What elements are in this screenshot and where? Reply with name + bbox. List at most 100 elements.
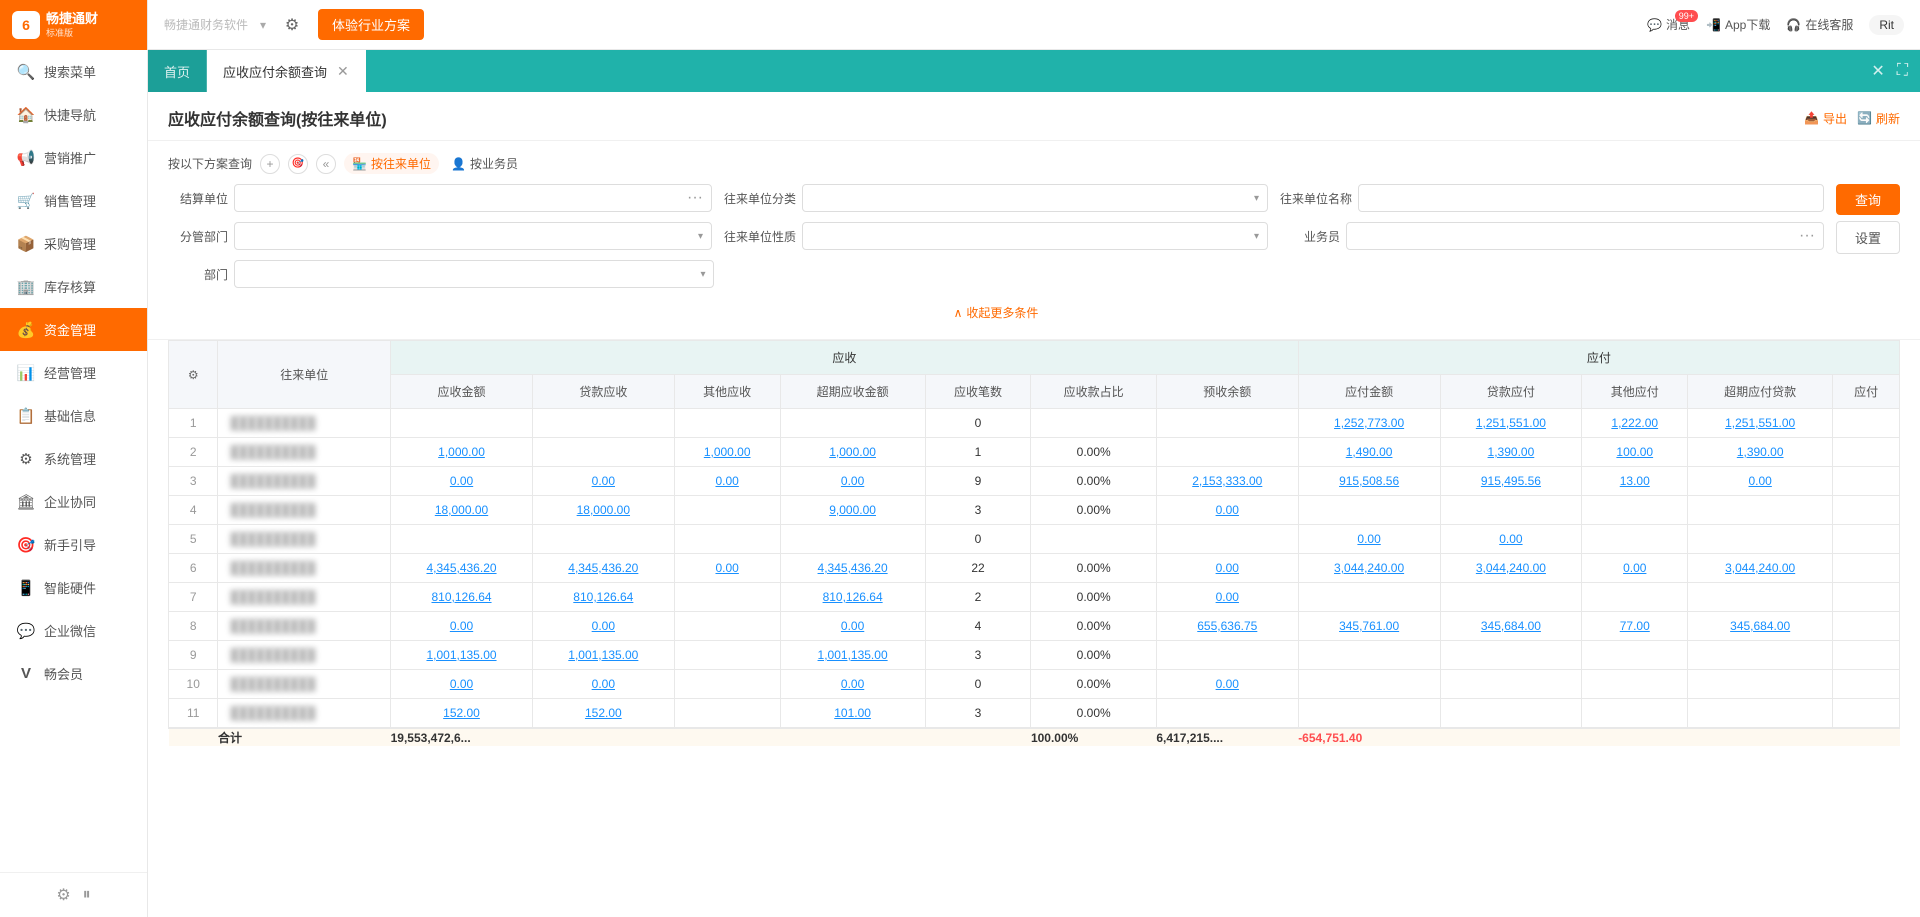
ys_overdue-cell[interactable]: 810,126.64 bbox=[780, 583, 925, 612]
ys_amount-cell[interactable]: 18,000.00 bbox=[391, 496, 533, 525]
online-service-link[interactable]: 🎧 在线客服 bbox=[1786, 16, 1853, 33]
ys_count-cell[interactable]: 22 bbox=[925, 554, 1031, 583]
yf_other-cell[interactable]: 13.00 bbox=[1582, 467, 1688, 496]
user-avatar[interactable]: Rit bbox=[1869, 15, 1904, 35]
ys_daikuan-cell[interactable]: 4,345,436.20 bbox=[532, 554, 674, 583]
refresh-button[interactable]: 🔄 刷新 bbox=[1857, 110, 1900, 127]
sidebar-item-sales[interactable]: 🛒 销售管理 bbox=[0, 179, 147, 222]
trial-button[interactable]: 体验行业方案 bbox=[318, 9, 424, 40]
ys_prepay-cell[interactable]: 0.00 bbox=[1156, 583, 1298, 612]
ys_ratio-cell[interactable]: 0.00% bbox=[1031, 438, 1156, 467]
ys_prepay-cell[interactable]: 2,153,333.00 bbox=[1156, 467, 1298, 496]
tab-arbalance[interactable]: 应收应付余额查询 ✕ bbox=[207, 50, 366, 92]
filter-collapse-more[interactable]: ∧ 收起更多条件 bbox=[168, 298, 1824, 327]
wanglai-name-input[interactable] bbox=[1358, 184, 1824, 212]
ys_ratio-cell[interactable]: 0.00% bbox=[1031, 467, 1156, 496]
ys_prepay-cell[interactable]: 655,636.75 bbox=[1156, 612, 1298, 641]
sidebar-item-marketing[interactable]: 📢 营销推广 bbox=[0, 136, 147, 179]
yf_overdue-cell[interactable]: 1,390.00 bbox=[1688, 438, 1833, 467]
ys_daikuan-cell[interactable]: 810,126.64 bbox=[532, 583, 674, 612]
tab-close-icon[interactable]: ✕ bbox=[337, 63, 349, 80]
sidebar-item-member[interactable]: V 畅会员 bbox=[0, 652, 147, 695]
yf_overdue-cell[interactable]: 345,684.00 bbox=[1688, 612, 1833, 641]
ys_amount-cell[interactable]: 1,000.00 bbox=[391, 438, 533, 467]
query-button[interactable]: 查询 bbox=[1836, 184, 1900, 215]
ys_overdue-cell[interactable]: 101.00 bbox=[780, 699, 925, 729]
yf_other-cell[interactable]: 77.00 bbox=[1582, 612, 1688, 641]
scheme-by-salesperson[interactable]: 👤 按业务员 bbox=[443, 153, 526, 174]
settings-col-header[interactable]: ⚙ bbox=[169, 341, 218, 409]
fenguan-select[interactable]: ▾ bbox=[234, 222, 712, 250]
yf_amount-cell[interactable]: 915,508.56 bbox=[1298, 467, 1440, 496]
ys_daikuan-cell[interactable]: 1,001,135.00 bbox=[532, 641, 674, 670]
yf_overdue-cell[interactable]: 3,044,240.00 bbox=[1688, 554, 1833, 583]
ys_prepay-cell[interactable]: 0.00 bbox=[1156, 496, 1298, 525]
ys_count-cell[interactable]: 1 bbox=[925, 438, 1031, 467]
yf_daikuan-cell[interactable]: 345,684.00 bbox=[1440, 612, 1582, 641]
yf_amount-cell[interactable]: 345,761.00 bbox=[1298, 612, 1440, 641]
ys_prepay-cell[interactable]: 0.00 bbox=[1156, 554, 1298, 583]
sidebar-item-hardware[interactable]: 📱 智能硬件 bbox=[0, 566, 147, 609]
settings-button[interactable]: 设置 bbox=[1836, 221, 1900, 254]
sidebar-item-wechat[interactable]: 💬 企业微信 bbox=[0, 609, 147, 652]
collapse-sidebar-icon[interactable]: ⏸ bbox=[83, 886, 91, 904]
ys_other-cell[interactable]: 0.00 bbox=[674, 467, 780, 496]
yf_amount-cell[interactable]: 3,044,240.00 bbox=[1298, 554, 1440, 583]
ys_ratio-cell[interactable]: 0.00% bbox=[1031, 583, 1156, 612]
ys_count-cell[interactable]: 3 bbox=[925, 699, 1031, 729]
yf_amount-cell[interactable]: 1,252,773.00 bbox=[1298, 409, 1440, 438]
sidebar-item-system[interactable]: ⚙ 系统管理 bbox=[0, 437, 147, 480]
sidebar-item-operations[interactable]: 📊 经营管理 bbox=[0, 351, 147, 394]
filter-add-button[interactable]: + bbox=[260, 154, 280, 174]
ys_count-cell[interactable]: 0 bbox=[925, 409, 1031, 438]
ys_ratio-cell[interactable]: 0.00% bbox=[1031, 612, 1156, 641]
ys_other-cell[interactable]: 1,000.00 bbox=[674, 438, 780, 467]
yf_other-cell[interactable]: 0.00 bbox=[1582, 554, 1688, 583]
scheme-by-partner[interactable]: 🏪 按往来单位 bbox=[344, 153, 439, 174]
ys_ratio-cell[interactable]: 0.00% bbox=[1031, 554, 1156, 583]
settings-bottom-icon[interactable]: ⚙ bbox=[56, 885, 70, 905]
ys_amount-cell[interactable]: 0.00 bbox=[391, 670, 533, 699]
ys_overdue-cell[interactable]: 4,345,436.20 bbox=[780, 554, 925, 583]
ys_daikuan-cell[interactable]: 152.00 bbox=[532, 699, 674, 729]
ys_overdue-cell[interactable]: 0.00 bbox=[780, 670, 925, 699]
breadcrumb-dropdown-icon[interactable]: ▾ bbox=[260, 18, 266, 32]
yf_daikuan-cell[interactable]: 0.00 bbox=[1440, 525, 1582, 554]
yf_daikuan-cell[interactable]: 1,251,551.00 bbox=[1440, 409, 1582, 438]
sidebar-item-search[interactable]: 🔍 搜索菜单 bbox=[0, 50, 147, 93]
ys_overdue-cell[interactable]: 0.00 bbox=[780, 467, 925, 496]
bumen-select[interactable]: ▾ bbox=[234, 260, 714, 288]
ys_ratio-cell[interactable]: 0.00% bbox=[1031, 496, 1156, 525]
yf_daikuan-cell[interactable]: 3,044,240.00 bbox=[1440, 554, 1582, 583]
ys_overdue-cell[interactable]: 0.00 bbox=[780, 612, 925, 641]
gear-button[interactable]: ⚙ bbox=[278, 11, 306, 39]
xingzhi-select[interactable]: ▾ bbox=[802, 222, 1268, 250]
yf_daikuan-cell[interactable]: 915,495.56 bbox=[1440, 467, 1582, 496]
ys_count-cell[interactable]: 3 bbox=[925, 496, 1031, 525]
sidebar-item-newbie[interactable]: 🎯 新手引导 bbox=[0, 523, 147, 566]
ys_count-cell[interactable]: 0 bbox=[925, 670, 1031, 699]
yf_amount-cell[interactable]: 1,490.00 bbox=[1298, 438, 1440, 467]
tab-fullscreen-icon[interactable]: ⛶ bbox=[1897, 62, 1908, 80]
ys_ratio-cell[interactable]: 0.00% bbox=[1031, 641, 1156, 670]
ys_overdue-cell[interactable]: 9,000.00 bbox=[780, 496, 925, 525]
ys_amount-cell[interactable]: 152.00 bbox=[391, 699, 533, 729]
ys_ratio-cell[interactable]: 0.00% bbox=[1031, 699, 1156, 729]
ys_daikuan-cell[interactable]: 0.00 bbox=[532, 670, 674, 699]
ys_count-cell[interactable]: 4 bbox=[925, 612, 1031, 641]
yf_overdue-cell[interactable]: 0.00 bbox=[1688, 467, 1833, 496]
yewuyuan-input[interactable]: ··· bbox=[1346, 222, 1824, 250]
app-download-link[interactable]: 📲 App下载 bbox=[1706, 16, 1770, 33]
ys_amount-cell[interactable]: 1,001,135.00 bbox=[391, 641, 533, 670]
message-button[interactable]: 💬 消息 99+ bbox=[1647, 16, 1690, 33]
ys_amount-cell[interactable]: 0.00 bbox=[391, 467, 533, 496]
fenlei-select[interactable]: ▾ bbox=[802, 184, 1268, 212]
ys_amount-cell[interactable]: 810,126.64 bbox=[391, 583, 533, 612]
ys_prepay-cell[interactable]: 0.00 bbox=[1156, 670, 1298, 699]
yf_other-cell[interactable]: 1,222.00 bbox=[1582, 409, 1688, 438]
sidebar-item-quicknav[interactable]: 🏠 快捷导航 bbox=[0, 93, 147, 136]
sidebar-item-finance[interactable]: 💰 资金管理 bbox=[0, 308, 147, 351]
ys_daikuan-cell[interactable]: 0.00 bbox=[532, 467, 674, 496]
yf_amount-cell[interactable]: 0.00 bbox=[1298, 525, 1440, 554]
ys_daikuan-cell[interactable]: 0.00 bbox=[532, 612, 674, 641]
